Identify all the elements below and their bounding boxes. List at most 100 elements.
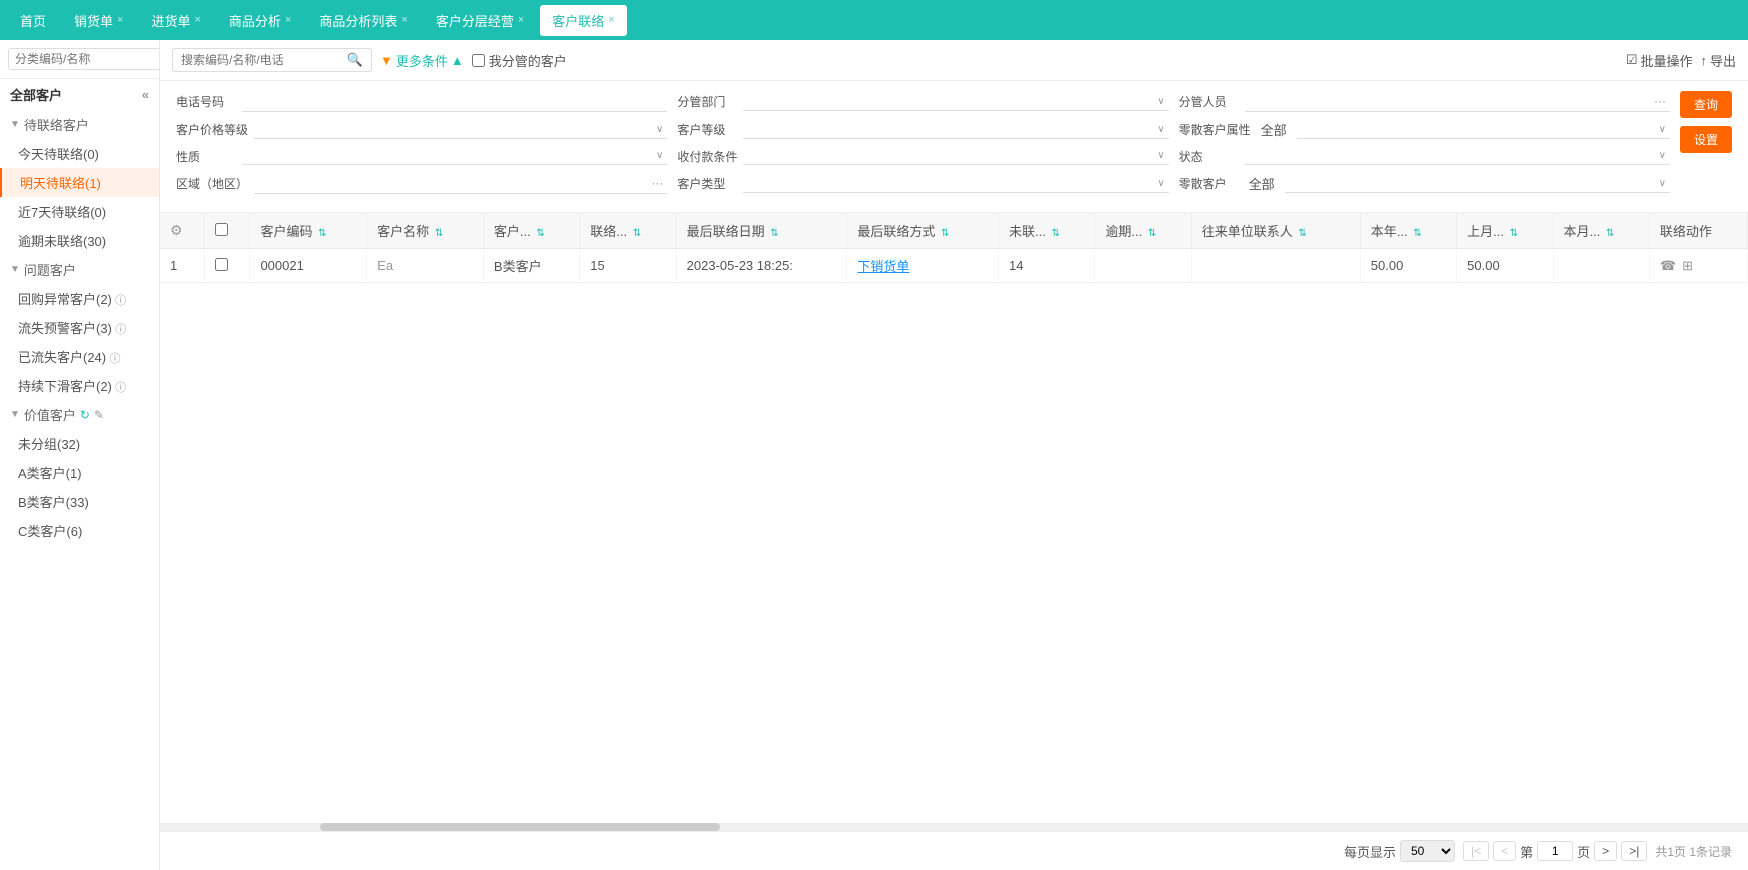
col-checkbox[interactable] bbox=[204, 213, 250, 249]
query-button[interactable]: 查询 bbox=[1680, 91, 1732, 118]
more-icon[interactable]: ··· bbox=[651, 176, 663, 190]
nav-purchase-order[interactable]: 进货单 × bbox=[139, 5, 212, 36]
customer-type-select[interactable]: ∨ bbox=[743, 175, 1168, 193]
search-input[interactable] bbox=[181, 53, 347, 67]
search-icon[interactable]: 🔍 bbox=[347, 52, 363, 68]
cell-this-year: 50.00 bbox=[1360, 249, 1456, 283]
price-level-select[interactable]: ∨ bbox=[254, 121, 667, 139]
page-size-select[interactable]: 50 100 200 bbox=[1400, 840, 1455, 862]
sidebar-all-customers[interactable]: 全部客户 « bbox=[0, 79, 159, 110]
batch-operation-button[interactable]: ☑ 批量操作 bbox=[1626, 51, 1693, 70]
col-not-contacted[interactable]: 未联... ⇅ bbox=[998, 213, 1094, 249]
sidebar-item-declining[interactable]: 持续下滑客户(2) ⓘ bbox=[0, 371, 159, 400]
nav-home[interactable]: 首页 bbox=[8, 5, 58, 36]
col-this-month[interactable]: 本月... ⇅ bbox=[1553, 213, 1649, 249]
cell-check[interactable] bbox=[204, 249, 250, 283]
more-conditions-button[interactable]: ▼ 更多条件 ▲ bbox=[380, 51, 464, 70]
sort-icon: ⇅ bbox=[1606, 228, 1614, 239]
sidebar-item-class-a[interactable]: A类客户(1) bbox=[0, 458, 159, 487]
sort-icon: ⇅ bbox=[770, 228, 778, 239]
chevron-down-icon: ▼ bbox=[10, 264, 20, 275]
sidebar-item-churn-warning[interactable]: 流失预警客户(3) ⓘ bbox=[0, 313, 159, 342]
export-button[interactable]: ↑ 导出 bbox=[1700, 51, 1736, 70]
grid-action-icon[interactable]: ⊞ bbox=[1682, 258, 1693, 274]
first-page-button[interactable]: |< bbox=[1463, 841, 1489, 861]
refresh-icon[interactable]: ↻ bbox=[80, 408, 90, 422]
next-page-button[interactable]: > bbox=[1594, 841, 1617, 861]
sidebar-item-overdue-contact[interactable]: 逾期未联络(30) bbox=[0, 226, 159, 255]
filter-bar: 🔍 ▼ 更多条件 ▲ 我分管的客户 ☑ 批量操作 ↑ 导出 bbox=[160, 40, 1748, 81]
last-page-button[interactable]: >| bbox=[1621, 841, 1647, 861]
retail-customer-select[interactable]: ∨ bbox=[1285, 175, 1670, 193]
sidebar-item-today-contact[interactable]: 今天待联络(0) bbox=[0, 139, 159, 168]
sidebar-group-pending: ▼ 待联络客户 bbox=[0, 110, 159, 139]
sidebar-item-tomorrow-contact[interactable]: 明天待联络(1) bbox=[0, 168, 159, 197]
gear-icon[interactable]: ⚙ bbox=[170, 222, 183, 238]
info-icon: ⓘ bbox=[109, 353, 120, 365]
close-icon[interactable]: × bbox=[117, 14, 123, 26]
sidebar-item-class-b[interactable]: B类客户(33) bbox=[0, 487, 159, 516]
sidebar-item-ungrouped[interactable]: 未分组(32) bbox=[0, 429, 159, 458]
nav-product-analysis-list[interactable]: 商品分析列表 × bbox=[307, 5, 419, 36]
row-checkbox[interactable] bbox=[215, 258, 228, 271]
manager-select[interactable]: ··· bbox=[1245, 91, 1670, 112]
my-customers-checkbox-label[interactable]: 我分管的客户 bbox=[472, 51, 567, 70]
col-last-method[interactable]: 最后联络方式 ⇅ bbox=[847, 213, 999, 249]
dept-select[interactable]: ∨ bbox=[743, 93, 1168, 111]
col-last-month[interactable]: 上月... ⇅ bbox=[1457, 213, 1553, 249]
search-box[interactable]: 🔍 bbox=[172, 48, 372, 72]
nav-product-analysis[interactable]: 商品分析 × bbox=[217, 5, 303, 36]
cell-code: 000021 bbox=[250, 249, 367, 283]
nav-customer-contact[interactable]: 客户联络 × bbox=[540, 5, 626, 36]
page-number-input[interactable] bbox=[1537, 841, 1573, 861]
sidebar-search-input[interactable] bbox=[8, 48, 160, 70]
col-settings[interactable]: ⚙ bbox=[160, 213, 204, 249]
last-method-link[interactable]: 下销货单 bbox=[857, 259, 909, 274]
nav-sales-order[interactable]: 销货单 × bbox=[62, 5, 135, 36]
close-icon[interactable]: × bbox=[285, 14, 291, 26]
retail-attr-select[interactable]: ∨ bbox=[1297, 121, 1670, 139]
close-icon[interactable]: × bbox=[518, 14, 524, 26]
col-overdue[interactable]: 逾期... ⇅ bbox=[1095, 213, 1191, 249]
more-icon[interactable]: ··· bbox=[1654, 94, 1666, 108]
col-type[interactable]: 客户... ⇅ bbox=[483, 213, 579, 249]
content-area: 🔍 ▼ 更多条件 ▲ 我分管的客户 ☑ 批量操作 ↑ 导出 bbox=[160, 40, 1748, 870]
sidebar-item-class-c[interactable]: C类客户(6) bbox=[0, 516, 159, 545]
col-contact[interactable]: 联络... ⇅ bbox=[580, 213, 676, 249]
close-icon[interactable]: × bbox=[401, 14, 407, 26]
prev-page-button[interactable]: < bbox=[1493, 841, 1516, 861]
col-last-date[interactable]: 最后联络日期 ⇅ bbox=[676, 213, 847, 249]
checkbox-icon: ☑ bbox=[1626, 52, 1638, 68]
scrollbar-thumb[interactable] bbox=[320, 823, 720, 831]
cell-contact: 15 bbox=[580, 249, 676, 283]
select-all-checkbox[interactable] bbox=[215, 223, 228, 236]
col-code[interactable]: 客户编码 ⇅ bbox=[250, 213, 367, 249]
horizontal-scrollbar[interactable] bbox=[160, 823, 1748, 831]
nature-select[interactable]: ∨ bbox=[242, 147, 667, 165]
filter-icon: ▼ bbox=[380, 53, 393, 68]
my-customers-checkbox[interactable] bbox=[472, 54, 485, 67]
close-icon[interactable]: × bbox=[608, 14, 614, 26]
chevron-up-icon: ▲ bbox=[451, 53, 464, 68]
status-select[interactable]: ∨ bbox=[1245, 147, 1670, 165]
col-this-year[interactable]: 本年... ⇅ bbox=[1360, 213, 1456, 249]
payment-select[interactable]: ∨ bbox=[743, 147, 1168, 165]
phone-input[interactable] bbox=[242, 91, 667, 112]
sidebar-item-churned[interactable]: 已流失客户(24) ⓘ bbox=[0, 342, 159, 371]
nav-customer-tier[interactable]: 客户分层经营 × bbox=[424, 5, 536, 36]
settings-button[interactable]: 设置 bbox=[1680, 126, 1732, 153]
region-select[interactable]: ··· bbox=[254, 173, 667, 194]
sort-icon: ⇅ bbox=[1510, 228, 1518, 239]
phone-action-icon[interactable]: ☎ bbox=[1660, 258, 1676, 274]
collapse-icon[interactable]: « bbox=[142, 87, 149, 102]
close-icon[interactable]: × bbox=[194, 14, 200, 26]
col-company-contact[interactable]: 往来单位联系人 ⇅ bbox=[1191, 213, 1360, 249]
filter-customer-level: 客户等级 ∨ bbox=[677, 121, 1168, 139]
sidebar-item-7days-contact[interactable]: 近7天待联络(0) bbox=[0, 197, 159, 226]
filter-phone: 电话号码 bbox=[176, 91, 667, 112]
sidebar-item-abnormal-repurchase[interactable]: 回购异常客户(2) ⓘ bbox=[0, 284, 159, 313]
edit-icon[interactable]: ✎ bbox=[94, 408, 104, 422]
customer-level-select[interactable]: ∨ bbox=[743, 121, 1168, 139]
col-name[interactable]: 客户名称 ⇅ bbox=[367, 213, 484, 249]
cell-last-method[interactable]: 下销货单 bbox=[847, 249, 999, 283]
